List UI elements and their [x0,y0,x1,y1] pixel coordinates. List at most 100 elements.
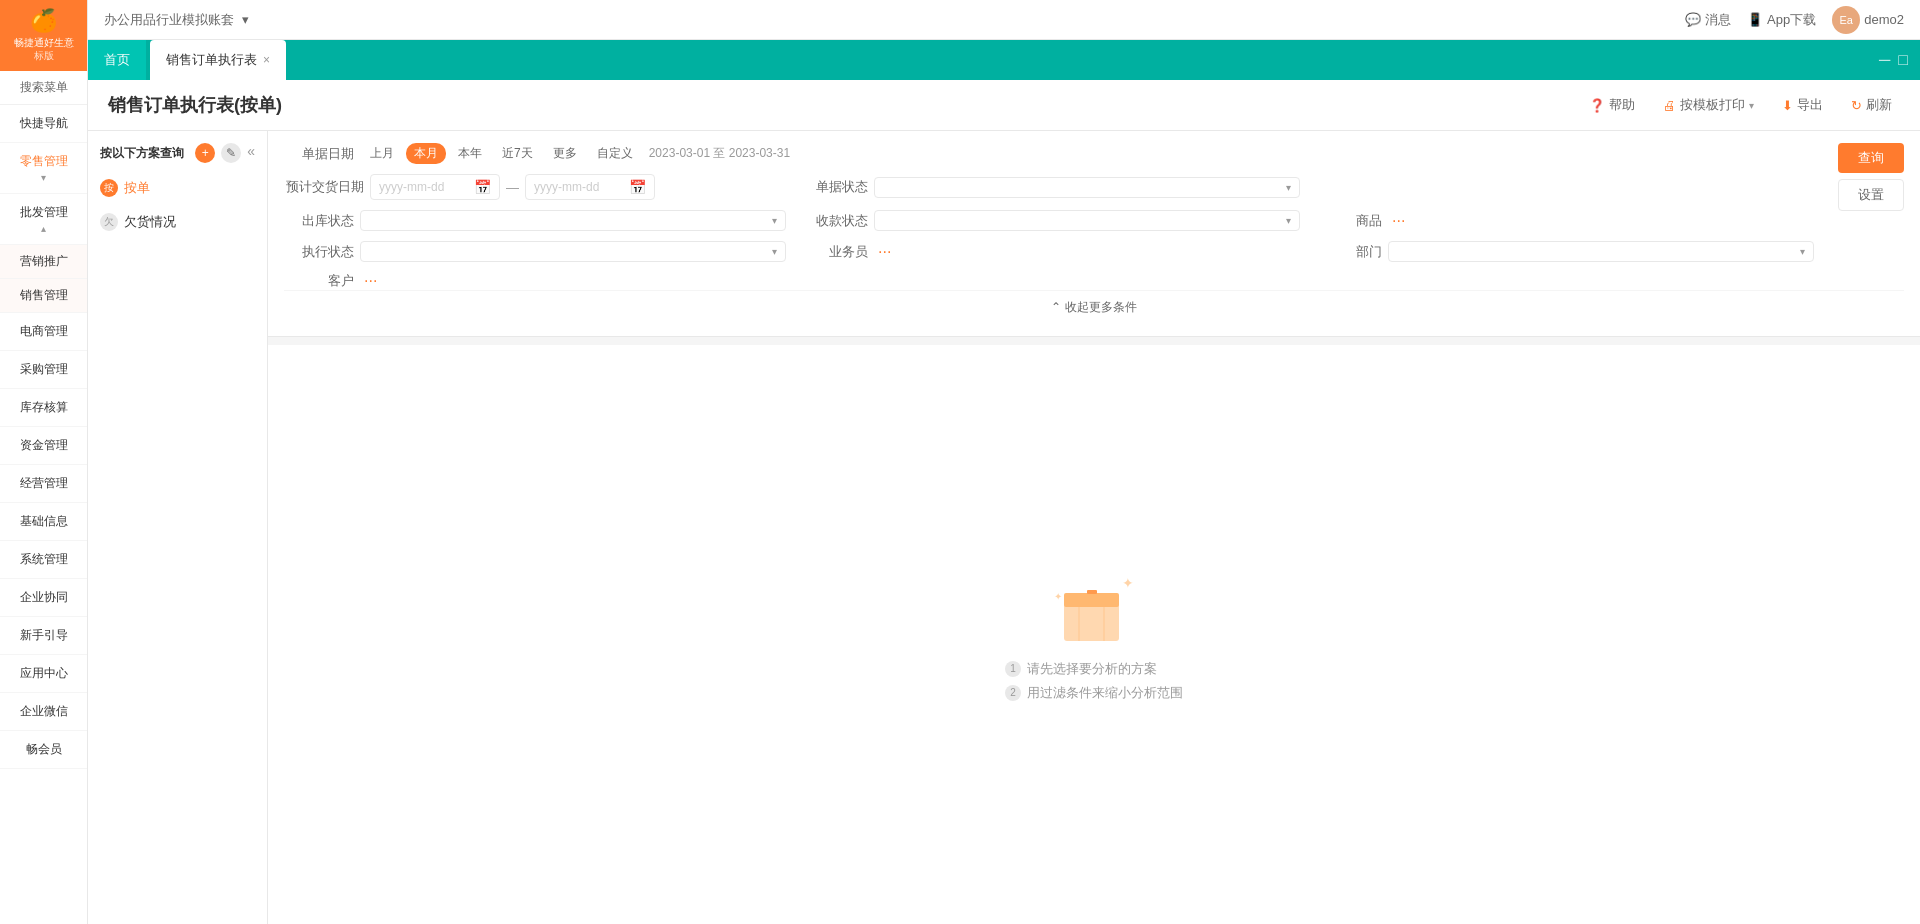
out-status-cell: 出库状态 ▾ [284,210,786,231]
status-select[interactable]: ▾ [874,177,1300,198]
sidebar-item-marketing[interactable]: 营销推广 [0,245,87,279]
sidebar-item-inventory[interactable]: 库存核算 [0,389,87,427]
sidebar-system-label: 系统管理 [20,551,68,568]
tab-home[interactable]: 首页 [88,40,146,80]
print-arrow-icon: ▾ [1749,100,1754,111]
execute-status-cell: 执行状态 ▾ [284,241,786,262]
sidebar-item-wechat[interactable]: 企业微信 [0,693,87,731]
expected-date-start-input[interactable]: yyyy-mm-dd 📅 [370,174,500,200]
minimize-icon[interactable]: ─ [1879,51,1890,69]
sidebar-item-guide[interactable]: 新手引导 [0,617,87,655]
tip-text-1: 请先选择要分析的方案 [1027,660,1157,678]
sidebar-item-operations[interactable]: 经营管理 [0,465,87,503]
goods-dots-button[interactable]: ··· [1392,212,1405,230]
receipt-status-cell: 收款状态 ▾ [798,210,1300,231]
print-label: 按模板打印 [1680,96,1745,114]
calendar-end-icon[interactable]: 📅 [629,179,646,195]
date-tab-this-month[interactable]: 本月 [406,143,446,164]
help-button[interactable]: ❓ 帮助 [1581,92,1643,118]
date-end-placeholder: yyyy-mm-dd [534,180,599,194]
date-tab-last-7[interactable]: 近7天 [494,143,541,164]
expected-date-end-input[interactable]: yyyy-mm-dd 📅 [525,174,655,200]
receipt-status-select[interactable]: ▾ [874,210,1300,231]
collapse-more-bar[interactable]: ⌃ 收起更多条件 [284,290,1904,324]
sidebar-item-system[interactable]: 系统管理 [0,541,87,579]
scheme-label-by-order: 按单 [124,179,150,197]
app-download-label: App下载 [1767,11,1816,29]
sidebar-item-retail[interactable]: 零售管理 ▾ [0,143,87,194]
breadcrumb-arrow-icon[interactable]: ▾ [242,12,249,27]
out-status-select[interactable]: ▾ [360,210,786,231]
refresh-label: 刷新 [1866,96,1892,114]
sidebar-item-sales[interactable]: 销售管理 [0,279,87,313]
query-button[interactable]: 查询 [1838,143,1904,173]
maximize-icon[interactable]: □ [1898,51,1908,69]
sidebar-item-purchase[interactable]: 采购管理 [0,351,87,389]
sidebar-item-ecommerce[interactable]: 电商管理 [0,313,87,351]
sidebar-ecommerce-label: 电商管理 [20,323,68,340]
goods-label: 商品 [1312,212,1382,230]
right-panel: 单据日期 上月 本月 本年 近7天 更多 自定义 2023-03-01 至 20… [268,131,1920,924]
department-select[interactable]: ▾ [1388,241,1814,262]
page-header-actions: ❓ 帮助 🖨 按模板打印 ▾ ⬇ 导出 ↻ 刷新 [1581,92,1900,118]
message-button[interactable]: 💬 消息 [1685,11,1731,29]
sidebar-finance-label: 资金管理 [20,437,68,454]
scheme-panel-title: 按以下方案查询 [100,145,184,162]
collapse-more-label: 收起更多条件 [1065,300,1137,314]
date-tabs: 上月 本月 本年 近7天 更多 自定义 2023-03-01 至 2023-03… [362,143,790,164]
execute-status-label: 执行状态 [284,243,354,261]
sidebar-search-label: 搜索菜单 [6,79,81,96]
sidebar-wechat-label: 企业微信 [20,703,68,720]
execute-status-select[interactable]: ▾ [360,241,786,262]
receipt-status-label: 收款状态 [798,212,868,230]
salesperson-dots-button[interactable]: ··· [878,243,891,261]
sidebar-operations-label: 经营管理 [20,475,68,492]
user-profile-button[interactable]: Ea demo2 [1832,6,1904,34]
sidebar-item-finance[interactable]: 资金管理 [0,427,87,465]
tab-close-icon[interactable]: × [263,53,270,67]
edit-scheme-button[interactable]: ✎ [221,143,241,163]
customer-dots-button[interactable]: ··· [364,272,377,290]
add-scheme-button[interactable]: + [195,143,215,163]
empty-illustration: ✦ ✦ [1044,568,1144,648]
date-start-placeholder: yyyy-mm-dd [379,180,444,194]
settings-button[interactable]: 设置 [1838,179,1904,211]
top-bar-right: 💬 消息 📱 App下载 Ea demo2 [1685,6,1904,34]
help-label: 帮助 [1609,96,1635,114]
scheme-item-by-order[interactable]: 按 按单 [88,171,267,205]
customer-label: 客户 [284,272,354,290]
svg-rect-1 [1064,593,1119,607]
sidebar-item-cooperation[interactable]: 企业协同 [0,579,87,617]
collapse-panel-button[interactable]: « [247,143,255,163]
export-button[interactable]: ⬇ 导出 [1774,92,1831,118]
sidebar-item-wholesale[interactable]: 批发管理 ▴ [0,194,87,245]
sidebar-sales-label: 销售管理 [20,288,68,302]
refresh-button[interactable]: ↻ 刷新 [1843,92,1900,118]
scheme-item-shortage[interactable]: 欠 欠货情况 [88,205,267,239]
sidebar-item-search[interactable]: 搜索菜单 [0,71,87,105]
date-tab-this-year[interactable]: 本年 [450,143,490,164]
message-label: 消息 [1705,11,1731,29]
sidebar-basic-info-label: 基础信息 [20,513,68,530]
date-tab-more[interactable]: 更多 [545,143,585,164]
app-logo-text: 畅捷通好生意 [14,36,74,49]
tip-num-1: 1 [1005,661,1021,677]
date-tab-custom[interactable]: 自定义 [589,143,641,164]
sidebar-item-member[interactable]: 畅会员 [0,731,87,769]
tab-sales-order[interactable]: 销售订单执行表 × [150,40,286,80]
content-area: ✦ ✦ 1 请先选择要分析的方案 [268,345,1920,924]
help-icon: ❓ [1589,98,1605,113]
add-icon: + [202,146,209,160]
date-tab-last-month[interactable]: 上月 [362,143,402,164]
download-icon: 📱 [1747,12,1763,27]
top-bar-left: 办公用品行业模拟账套 ▾ [104,11,249,29]
export-label: 导出 [1797,96,1823,114]
print-button[interactable]: 🖨 按模板打印 ▾ [1655,92,1762,118]
sidebar-item-basic-info[interactable]: 基础信息 [0,503,87,541]
sidebar-wholesale-label: 批发管理 [20,204,68,221]
calendar-start-icon[interactable]: 📅 [474,179,491,195]
sidebar-item-app-center[interactable]: 应用中心 [0,655,87,693]
app-download-button[interactable]: 📱 App下载 [1747,11,1816,29]
goods-cell: 商品 ··· [1312,212,1814,230]
sidebar-item-quick-nav[interactable]: 快捷导航 [0,105,87,143]
